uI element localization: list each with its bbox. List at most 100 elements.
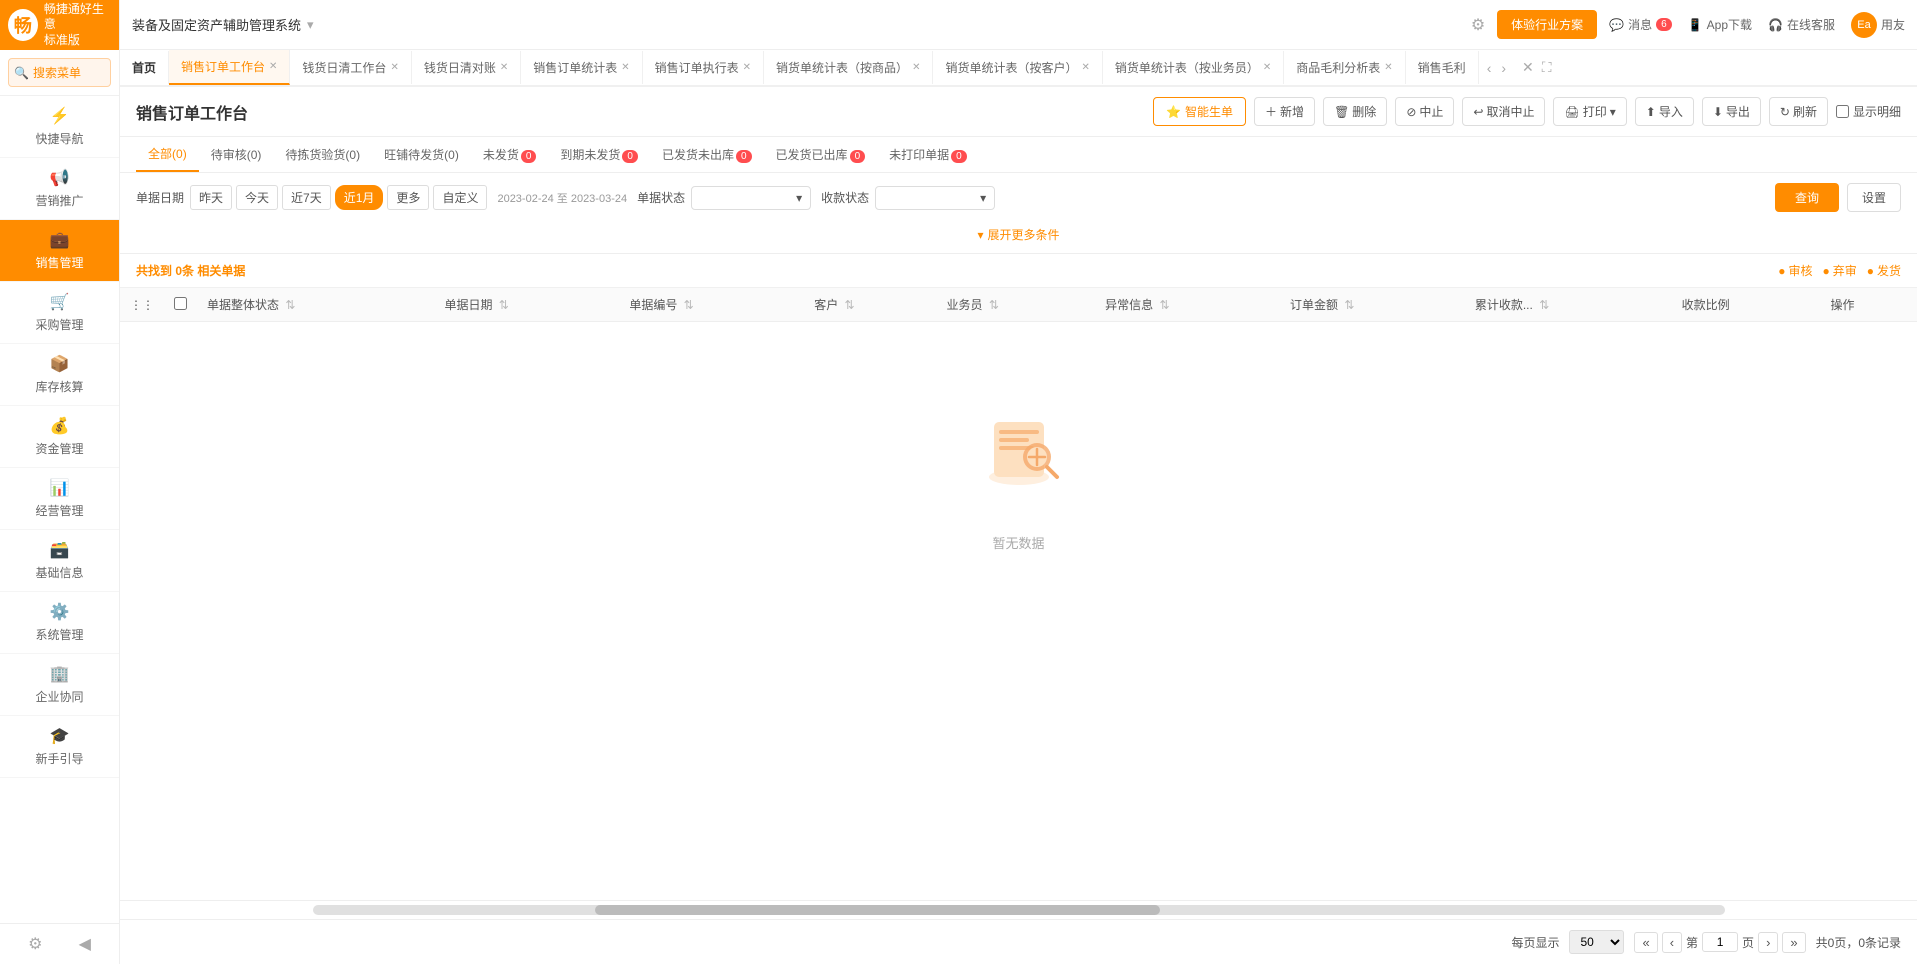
tabs-expand-icon[interactable]: ⛶ (1540, 57, 1554, 78)
sidebar-collapse-icon[interactable]: ◀ (79, 934, 91, 954)
tab-close-cash-clear[interactable]: ✕ (390, 62, 398, 73)
tab-home[interactable]: 首页 (120, 51, 169, 84)
tab-close-product[interactable]: ✕ (912, 62, 920, 73)
tab-gross-margin[interactable]: 商品毛利分析表 ✕ (1284, 51, 1405, 84)
sidebar-settings-icon[interactable]: ⚙ (28, 934, 42, 954)
user-menu-button[interactable]: Ea 用友 (1851, 12, 1905, 38)
pagination-next-button[interactable]: › (1758, 932, 1778, 953)
import-icon: ⬆ (1646, 105, 1656, 119)
app-download-button[interactable]: 📱 App下载 (1688, 16, 1752, 33)
pagination-first-button[interactable]: « (1634, 932, 1657, 953)
sub-tab-pending-audit[interactable]: 待审核(0) (199, 138, 274, 171)
delete-button[interactable]: 🗑 删除 (1323, 97, 1387, 126)
setting-button[interactable]: 设置 (1847, 183, 1901, 212)
tabs-scroll-left-icon[interactable]: ‹ (1483, 58, 1496, 78)
tab-sales-profit[interactable]: 销售毛利 (1406, 51, 1479, 84)
sidebar-item-sales[interactable]: 💼 销售管理 (0, 220, 119, 282)
filter-date-more[interactable]: 更多 (387, 185, 429, 210)
sort-collected-icon[interactable]: ⇅ (1539, 298, 1549, 312)
sub-tab-shipped-not-out[interactable]: 已发货未出库0 (650, 138, 764, 171)
tab-close-cash-goods[interactable]: ✕ (500, 62, 508, 73)
tab-sales-summary-staff[interactable]: 销货单统计表（按业务员） ✕ (1103, 51, 1284, 84)
batch-dismiss-button[interactable]: ● 弃审 (1822, 262, 1856, 279)
sort-amount-icon[interactable]: ⇅ (1344, 298, 1354, 312)
tabs-close-icon[interactable]: ✕ (1520, 57, 1536, 78)
sub-tab-wangpu[interactable]: 旺铺待发货(0) (372, 138, 471, 171)
tab-close-customer[interactable]: ✕ (1081, 62, 1089, 73)
export-button[interactable]: ⬇ 导出 (1702, 97, 1761, 126)
sub-tab-shipped-out[interactable]: 已发货已出库0 (764, 138, 878, 171)
per-page-select[interactable]: 10 20 50 100 (1569, 930, 1624, 954)
sort-staff-icon[interactable]: ⇅ (989, 298, 999, 312)
pagination-last-button[interactable]: » (1782, 932, 1805, 953)
sidebar-item-inventory[interactable]: 📦 库存核算 (0, 344, 119, 406)
online-service-button[interactable]: 🎧 在线客服 (1768, 16, 1835, 33)
sidebar-item-operations[interactable]: 📊 经营管理 (0, 468, 119, 530)
show-detail-checkbox-label[interactable]: 显示明细 (1836, 103, 1901, 120)
refresh-button[interactable]: ↻ 刷新 (1769, 97, 1828, 126)
tab-close-sales-stat[interactable]: ✕ (621, 62, 629, 73)
sort-status-icon[interactable]: ⇅ (285, 298, 295, 312)
tab-close-sales-exec[interactable]: ✕ (743, 62, 751, 73)
filter-collect-select[interactable]: ▾ (875, 186, 995, 210)
sub-tab-overdue-not-shipped[interactable]: 到期未发货0 (548, 138, 650, 171)
import-button[interactable]: ⬆ 导入 (1635, 97, 1694, 126)
pagination-prev-button[interactable]: ‹ (1662, 932, 1682, 953)
batch-audit-button[interactable]: ● 审核 (1778, 262, 1812, 279)
tab-close-sales-workbench[interactable]: ✕ (269, 61, 277, 72)
topbar-gear-icon[interactable]: ⚙ (1471, 15, 1485, 35)
filter-date-custom[interactable]: 自定义 (433, 185, 487, 210)
tab-cash-clear[interactable]: 钱货日清工作台 ✕ (290, 51, 411, 84)
sort-abnormal-icon[interactable]: ⇅ (1159, 298, 1169, 312)
sidebar-item-enterprise[interactable]: 🏢 企业协同 (0, 654, 119, 716)
tab-sales-summary-customer[interactable]: 销货单统计表（按客户） ✕ (933, 51, 1102, 84)
print-button[interactable]: 🖨 打印 ▾ (1553, 97, 1626, 126)
tabs-scroll-right-icon[interactable]: › (1497, 58, 1510, 78)
sidebar-item-marketing[interactable]: 📢 营销推广 (0, 158, 119, 220)
query-button[interactable]: 查询 (1775, 183, 1839, 212)
pagination-page-input[interactable] (1702, 932, 1738, 952)
tab-sales-workbench[interactable]: 销售订单工作台 ✕ (169, 50, 290, 85)
search-menu-button[interactable]: 🔍 搜索菜单 (8, 58, 111, 87)
sub-tab-pending-inspect[interactable]: 待拣货验货(0) (273, 138, 372, 171)
horizontal-scrollbar-track[interactable] (313, 905, 1725, 915)
sub-tab-not-shipped[interactable]: 未发货0 (471, 138, 549, 171)
tab-sales-stat[interactable]: 销售订单统计表 ✕ (521, 51, 642, 84)
horizontal-scrollbar-thumb[interactable] (595, 905, 1160, 915)
tab-sales-exec[interactable]: 销售订单执行表 ✕ (643, 51, 764, 84)
filter-date-today[interactable]: 今天 (236, 185, 278, 210)
tab-cash-goods[interactable]: 钱货日清对账 ✕ (412, 51, 521, 84)
tab-close-gross-margin[interactable]: ✕ (1384, 62, 1392, 73)
sidebar-item-quick-nav[interactable]: ⚡ 快捷导航 (0, 96, 119, 158)
show-detail-checkbox[interactable] (1836, 105, 1849, 118)
sort-customer-icon[interactable]: ⇅ (845, 298, 855, 312)
filter-status-select[interactable]: ▾ (691, 186, 811, 210)
table-scroll-container[interactable]: ⋮⋮ 单据整体状态 ⇅ 单据日期 ⇅ (120, 288, 1917, 322)
sidebar-item-finance[interactable]: 💰 资金管理 (0, 406, 119, 468)
sidebar-item-purchase[interactable]: 🛒 采购管理 (0, 282, 119, 344)
filter-expand-button[interactable]: ▾ 展开更多条件 (977, 226, 1059, 243)
tab-sales-summary-product[interactable]: 销货单统计表（按商品） ✕ (764, 51, 933, 84)
marketing-icon: 📢 (50, 168, 70, 188)
stop-button[interactable]: ⊘ 中止 (1395, 97, 1454, 126)
message-button[interactable]: 💬 消息 6 (1609, 16, 1672, 33)
filter-date-7days[interactable]: 近7天 (282, 185, 331, 210)
smart-create-button[interactable]: ⭐ 智能生单 (1153, 97, 1246, 126)
sort-number-icon[interactable]: ⇅ (684, 298, 694, 312)
cancel-stop-button[interactable]: ↩ 取消中止 (1462, 97, 1545, 126)
filter-date-1month[interactable]: 近1月 (335, 185, 384, 210)
sub-tab-all[interactable]: 全部(0) (136, 137, 199, 172)
batch-ship-button[interactable]: ● 发货 (1867, 262, 1901, 279)
sidebar-item-system[interactable]: ⚙️ 系统管理 (0, 592, 119, 654)
sub-tab-not-printed[interactable]: 未打印单据0 (877, 138, 979, 171)
sidebar-item-base-info[interactable]: 🗃️ 基础信息 (0, 530, 119, 592)
topbar-dropdown-arrow[interactable]: ▾ (307, 17, 314, 33)
sidebar-item-guide[interactable]: 🎓 新手引导 (0, 716, 119, 778)
industry-solution-button[interactable]: 体验行业方案 (1497, 10, 1597, 39)
add-button[interactable]: ＋ 新增 (1254, 97, 1315, 126)
filter-date-yesterday[interactable]: 昨天 (190, 185, 232, 210)
select-all-checkbox[interactable] (174, 297, 187, 310)
sort-date-icon[interactable]: ⇅ (499, 298, 509, 312)
tab-close-staff[interactable]: ✕ (1263, 62, 1271, 73)
horizontal-scrollbar-area[interactable] (120, 900, 1917, 919)
